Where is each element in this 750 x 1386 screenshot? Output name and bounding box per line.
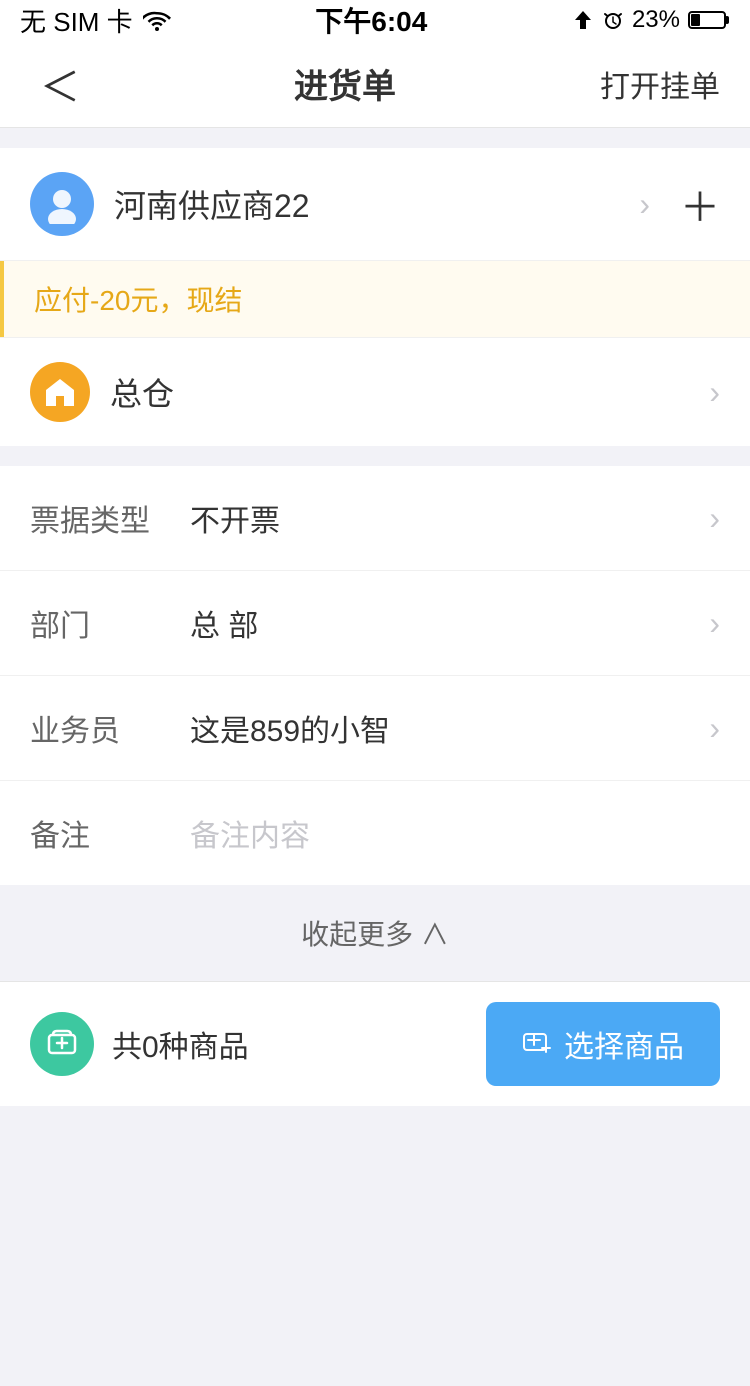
supplier-avatar — [30, 172, 94, 236]
note-label: 备注 — [30, 811, 190, 855]
dept-row[interactable]: 部门 总 部 › — [0, 571, 750, 676]
collapse-label: 收起更多 ∧ — [301, 913, 449, 953]
sim-label: 无 SIM 卡 — [20, 2, 133, 39]
alert-text: 应付-20元，现结 — [34, 285, 242, 316]
dept-label: 部门 — [30, 601, 190, 645]
salesman-chevron-icon: › — [709, 710, 720, 747]
select-product-icon — [522, 1030, 554, 1058]
location-icon — [572, 9, 594, 31]
alert-row: 应付-20元，现结 — [0, 261, 750, 337]
warehouse-name: 总仓 — [110, 369, 709, 415]
note-input[interactable]: 备注内容 — [190, 811, 720, 855]
invoice-value: 不开票 — [190, 496, 709, 540]
status-bar: 无 SIM 卡 下午6:04 23% — [0, 0, 750, 40]
dept-value: 总 部 — [190, 601, 709, 645]
collapse-row[interactable]: 收起更多 ∧ — [0, 885, 750, 981]
warehouse-row[interactable]: 总仓 › — [0, 337, 750, 446]
note-row[interactable]: 备注 备注内容 — [0, 781, 750, 885]
alarm-icon — [602, 9, 624, 31]
page-title: 进货单 — [294, 59, 396, 108]
salesman-label: 业务员 — [30, 706, 190, 750]
invoice-row[interactable]: 票据类型 不开票 › — [0, 466, 750, 571]
salesman-value: 这是859的小智 — [190, 706, 709, 750]
add-supplier-button[interactable]: ＋ — [680, 175, 720, 233]
battery-text: 23% — [632, 6, 680, 34]
status-time: 下午6:04 — [315, 0, 427, 40]
select-product-button[interactable]: 选择商品 — [486, 1002, 720, 1086]
wifi-icon — [143, 9, 171, 31]
house-icon — [42, 374, 78, 410]
bottom-bar: 共0种商品 选择商品 — [0, 981, 750, 1106]
product-info: 共0种商品 — [30, 1012, 249, 1076]
supplier-avatar-icon — [42, 184, 82, 224]
page-background — [0, 1106, 750, 1386]
product-count: 共0种商品 — [112, 1022, 249, 1066]
nav-bar: ＜ 进货单 打开挂单 — [0, 40, 750, 128]
supplier-name: 河南供应商22 — [114, 181, 639, 227]
status-left: 无 SIM 卡 — [20, 2, 171, 39]
back-button[interactable]: ＜ — [30, 45, 90, 123]
invoice-chevron-icon: › — [709, 500, 720, 537]
battery-icon — [688, 10, 730, 30]
form-section: 票据类型 不开票 › 部门 总 部 › 业务员 这是859的小智 › 备注 备注… — [0, 466, 750, 885]
open-pending-button[interactable]: 打开挂单 — [600, 62, 720, 106]
supplier-chevron-icon: › — [639, 186, 650, 223]
cart-icon — [43, 1025, 81, 1063]
warehouse-chevron-icon: › — [709, 374, 720, 411]
warehouse-icon — [30, 362, 90, 422]
status-right: 23% — [572, 6, 730, 34]
dept-chevron-icon: › — [709, 605, 720, 642]
invoice-label: 票据类型 — [30, 496, 190, 540]
supplier-section: 河南供应商22 › ＋ 应付-20元，现结 总仓 › — [0, 148, 750, 446]
select-product-label: 选择商品 — [564, 1022, 684, 1066]
product-icon — [30, 1012, 94, 1076]
top-divider — [0, 128, 750, 148]
salesman-row[interactable]: 业务员 这是859的小智 › — [0, 676, 750, 781]
supplier-row[interactable]: 河南供应商22 › ＋ — [0, 148, 750, 261]
